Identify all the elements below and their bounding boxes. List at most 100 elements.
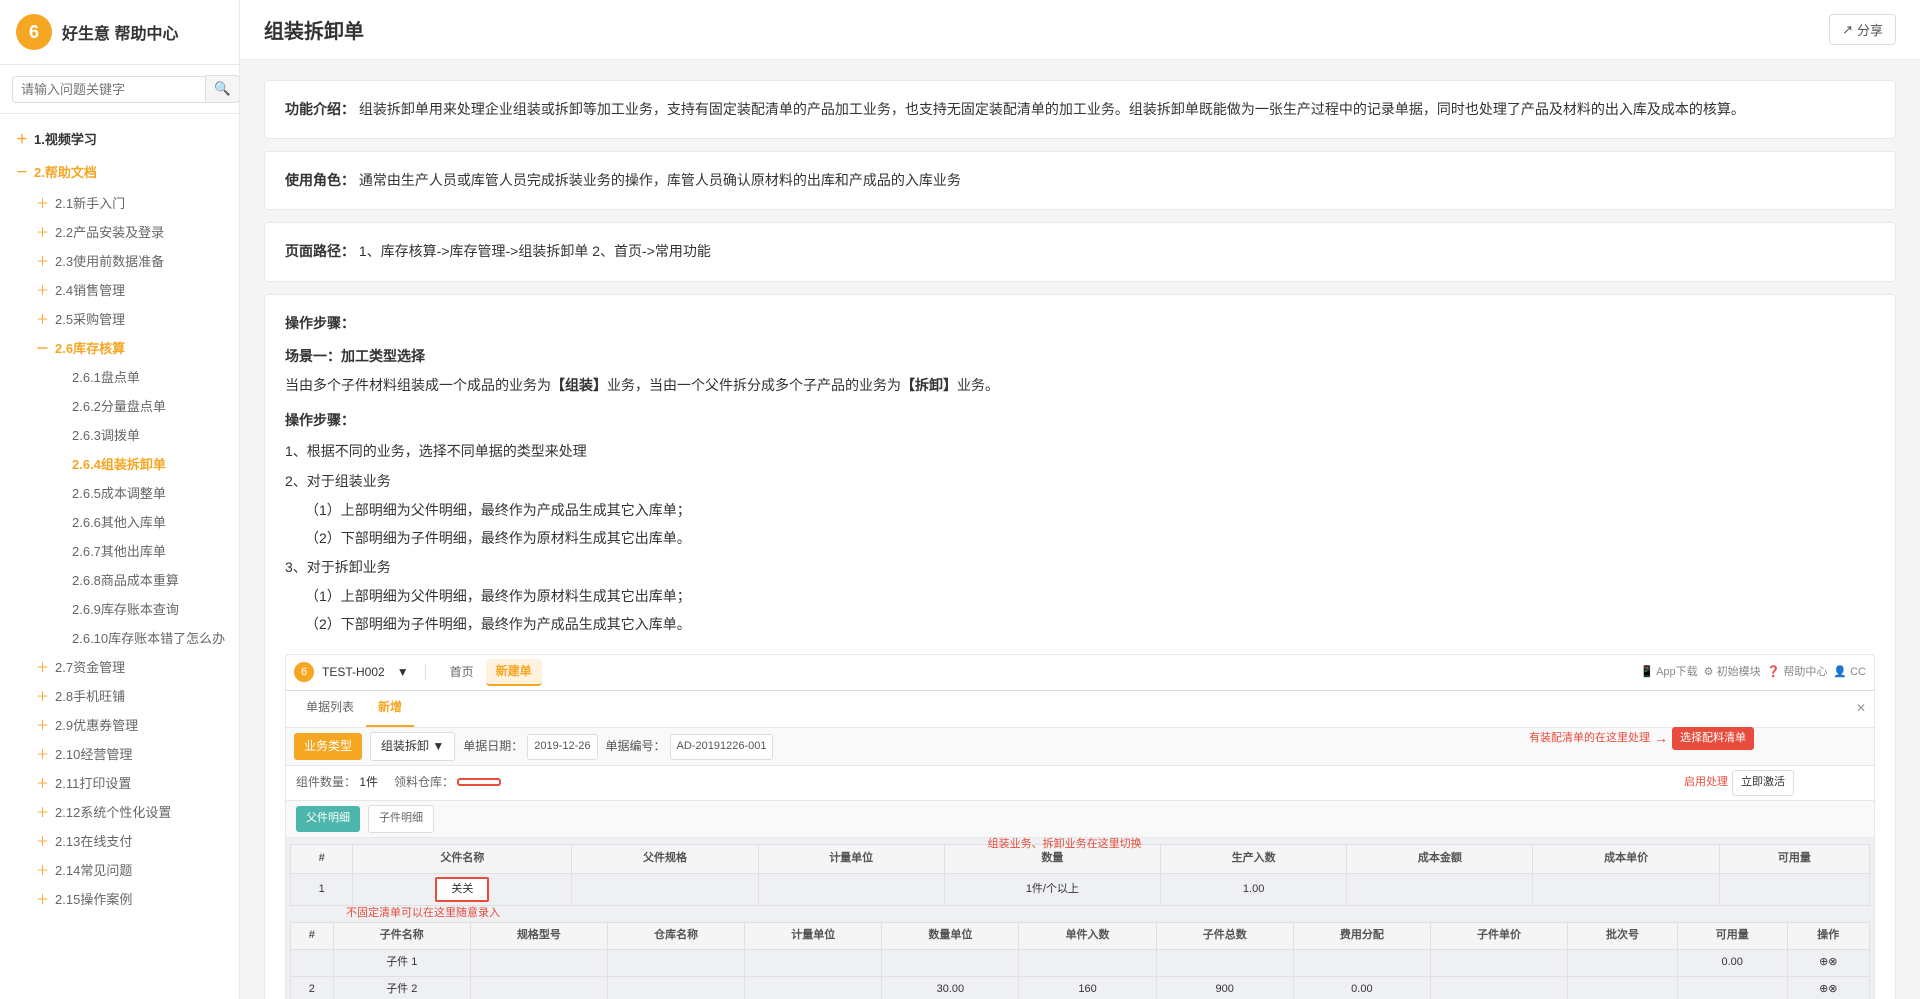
sidebar-item-2-12[interactable]: ＋ 2.12系统个性化设置 [28, 797, 239, 826]
sidebar-item-2-5[interactable]: ＋ 2.5采购管理 [28, 304, 239, 333]
scene1-title: 场景一：加工类型选择 [285, 344, 1875, 369]
intro-block: 功能介绍： 组装拆卸单用来处理企业组装或拆卸等加工业务，支持有固定装配清单的产品… [264, 80, 1896, 139]
ss-tab-parent: 父件明细 [296, 806, 360, 832]
ss-annotation1-btn: 选择配料清单 [1672, 727, 1754, 751]
expand-icon-1: ＋ [16, 130, 28, 147]
ss-tab-list: 单据列表 [294, 691, 366, 727]
ss-btn-type[interactable]: 组装拆卸 ▼ [370, 732, 455, 762]
sidebar-item-2-10[interactable]: ＋ 2.10经营管理 [28, 739, 239, 768]
page-title: 组装拆卸单 [264, 15, 364, 44]
share-button[interactable]: ↗ 分享 [1829, 14, 1896, 45]
ss-tab-new: 新增 [366, 691, 414, 727]
ss-lower-table: # 子件名称 规格型号 仓库名称 计量单位 数量单位 单件入数 子件总数 费用分… [290, 922, 1870, 999]
sidebar-item-2-6-1[interactable]: 2.6.1盘点单 [64, 362, 239, 391]
ss-icon-app: 📱 App下载 [1640, 663, 1698, 683]
expand-icon: ＋ [36, 280, 49, 299]
sidebar-item-2-15[interactable]: ＋ 2.15操作案例 [28, 884, 239, 913]
table-row: 子件 1 0.00⊕⊗ [291, 950, 1870, 977]
ss-nav-home: 首页 [442, 659, 482, 687]
expand-icon: ＋ [36, 802, 49, 821]
role-text: 通常由生产人员或库管人员完成拆装业务的操作，库管人员确认原材料的出库和产成品的入… [359, 172, 961, 188]
role-label: 使用角色： [285, 172, 355, 188]
expand-icon: ＋ [36, 773, 49, 792]
sidebar-item-2-9[interactable]: ＋ 2.9优惠券管理 [28, 710, 239, 739]
expand-icon: ＋ [36, 889, 49, 908]
ss-annotation3-area: 不固定清单可以在这里随意录入 [346, 904, 500, 924]
table-row: 2 子件 2 30.00160900 0.00 ⊕⊗ [291, 976, 1870, 999]
ss-dropdown-icon: ▼ [397, 662, 409, 684]
ss-col-avail: 可用量 [1719, 844, 1869, 873]
ss-nav-new: 新建单 [486, 659, 542, 687]
sidebar-sub-2-6: 2.6.1盘点单 2.6.2分量盘点单 2.6.3调拨单 2.6.4组装拆卸单 … [28, 362, 239, 652]
sidebar-item-2-6-3[interactable]: 2.6.3调拨单 [64, 420, 239, 449]
path-label: 页面路径： [285, 243, 355, 259]
app-logo: 6 [16, 14, 52, 50]
expand-icon: ＋ [36, 715, 49, 734]
sidebar-section-2-6[interactable]: － 2.6库存核算 [28, 333, 239, 362]
expand-icon: ＋ [36, 222, 49, 241]
ss-col-cost-price: 成本单价 [1533, 844, 1719, 873]
ss-col-unit: 计量单位 [758, 844, 944, 873]
sidebar-item-2-6-6[interactable]: 2.6.6其他入库单 [64, 507, 239, 536]
scene1-desc: 当由多个子件材料组装成一个成品的业务为【组装】业务，当由一个父件拆分成多个子产品… [285, 373, 1875, 398]
steps-list: 1、根据不同的业务，选择不同单据的类型来处理 2、对于组装业务 （1）上部明细为… [285, 439, 1875, 637]
intro-text: 组装拆卸单用来处理企业组装或拆卸等加工业务，支持有固定装配清单的产品加工业务，也… [359, 101, 1745, 117]
steps-block: 操作步骤： 场景一：加工类型选择 当由多个子件材料组装成一个成品的业务为【组装】… [264, 294, 1896, 999]
sidebar-item-2-8[interactable]: ＋ 2.8手机旺铺 [28, 681, 239, 710]
sidebar-header: 6 好生意 帮助中心 [0, 0, 239, 65]
sidebar-item-2-6-9[interactable]: 2.6.9库存账本查询 [64, 594, 239, 623]
sidebar-item-2-2[interactable]: ＋ 2.2产品安装及登录 [28, 217, 239, 246]
ss-top-icons: 📱 App下载 ⚙ 初始模块 ❓ 帮助中心 👤 CC [1640, 663, 1866, 683]
sidebar-item-2-6-10[interactable]: 2.6.10库存账本错了怎么办 [64, 623, 239, 652]
expand-icon: ＋ [36, 193, 49, 212]
ss-col-parent-name: 父件名称 [353, 844, 572, 873]
sidebar-item-2-7[interactable]: ＋ 2.7资金管理 [28, 652, 239, 681]
search-container: 🔍 [0, 65, 239, 114]
ss-tab-bar: 单据列表 新增 ✕ [286, 691, 1874, 728]
ss-btn-save[interactable]: 业务类型 [294, 733, 362, 761]
search-button[interactable]: 🔍 [206, 75, 240, 103]
sidebar-item-2-6-8[interactable]: 2.6.8商品成本重算 [64, 565, 239, 594]
sidebar-item-2-6-7[interactable]: 2.6.7其他出库单 [64, 536, 239, 565]
ss-annotation1-text: 有装配清单的在这里处理 [1529, 729, 1650, 749]
sidebar-item-2-1[interactable]: ＋ 2.1新手入门 [28, 188, 239, 217]
step-3-1: （1）上部明细为父件明细，最终作为原材料生成其它出库单； [285, 584, 1875, 609]
ss-switch-annotation: 组装业务、拆卸业务在这里切换 [988, 835, 1142, 855]
main-header: 组装拆卸单 ↗ 分享 [240, 0, 1920, 60]
step-2-1: （1）上部明细为父件明细，最终作为产成品生成其它入库单； [285, 498, 1875, 523]
ss-annotation2-text: 启用处理 [1684, 773, 1728, 793]
sidebar-item-2-3[interactable]: ＋ 2.3使用前数据准备 [28, 246, 239, 275]
sidebar-item-2-6-4[interactable]: 2.6.4组装拆卸单 [64, 449, 239, 478]
collapse-icon-2-6: － [36, 338, 49, 357]
ss-nav: 首页 新建单 [442, 659, 1632, 687]
share-icon: ↗ [1842, 22, 1853, 38]
sidebar-item-2-6-5[interactable]: 2.6.5成本调整单 [64, 478, 239, 507]
sidebar-section-2[interactable]: － 2.帮助文档 [0, 155, 239, 188]
ss-topbar: 6 TEST-H002 ▼ 首页 新建单 📱 App下载 ⚙ 初始模块 ❓ 帮助… [286, 655, 1874, 692]
sidebar-item-2-14[interactable]: ＋ 2.14常见问题 [28, 855, 239, 884]
screenshot: 6 TEST-H002 ▼ 首页 新建单 📱 App下载 ⚙ 初始模块 ❓ 帮助… [286, 655, 1874, 999]
content-area: 功能介绍： 组装拆卸单用来处理企业组装或拆卸等加工业务，支持有固定装配清单的产品… [240, 60, 1920, 999]
sidebar-item-2-6-2[interactable]: 2.6.2分量盘点单 [64, 391, 239, 420]
sidebar-item-2-11[interactable]: ＋ 2.11打印设置 [28, 768, 239, 797]
collapse-icon-2: － [16, 163, 28, 180]
ss-icon-avatar: 👤 CC [1833, 663, 1866, 683]
ss-annotation3-text: 不固定清单可以在这里随意录入 [346, 904, 500, 924]
ss-toolbar: 业务类型 组装拆卸 ▼ 单据日期： 2019-12-26 单据编号： AD-20… [286, 728, 1874, 767]
sidebar-item-2-13[interactable]: ＋ 2.13在线支付 [28, 826, 239, 855]
sidebar-section-1[interactable]: ＋ 1.视频学习 [0, 122, 239, 155]
ops-title: 操作步骤： [285, 311, 1875, 336]
ss-col-parent-spec: 父件规格 [572, 844, 758, 873]
ss-icon-init: ⚙ 初始模块 [1704, 663, 1761, 683]
table-row: 1 关关 1件/个以上 1.00 [291, 873, 1870, 906]
ss-date-val: 2019-12-26 [527, 734, 597, 760]
ss-col-produce-qty: 生产入数 [1161, 844, 1347, 873]
search-input[interactable] [12, 76, 206, 103]
ss-form-fields: 组件数量： 1件 领料仓库： 启用处理 立即激活 [286, 766, 1874, 801]
expand-icon: ＋ [36, 831, 49, 850]
app-title: 好生意 帮助中心 [62, 20, 178, 44]
ss-annotation1-area: 有装配清单的在这里处理 → 选择配料清单 [1529, 726, 1754, 751]
ops-steps-sub-title: 操作步骤： [285, 408, 1875, 433]
sidebar-item-2-4[interactable]: ＋ 2.4销售管理 [28, 275, 239, 304]
ss-num-val: AD-20191226-001 [670, 734, 774, 760]
